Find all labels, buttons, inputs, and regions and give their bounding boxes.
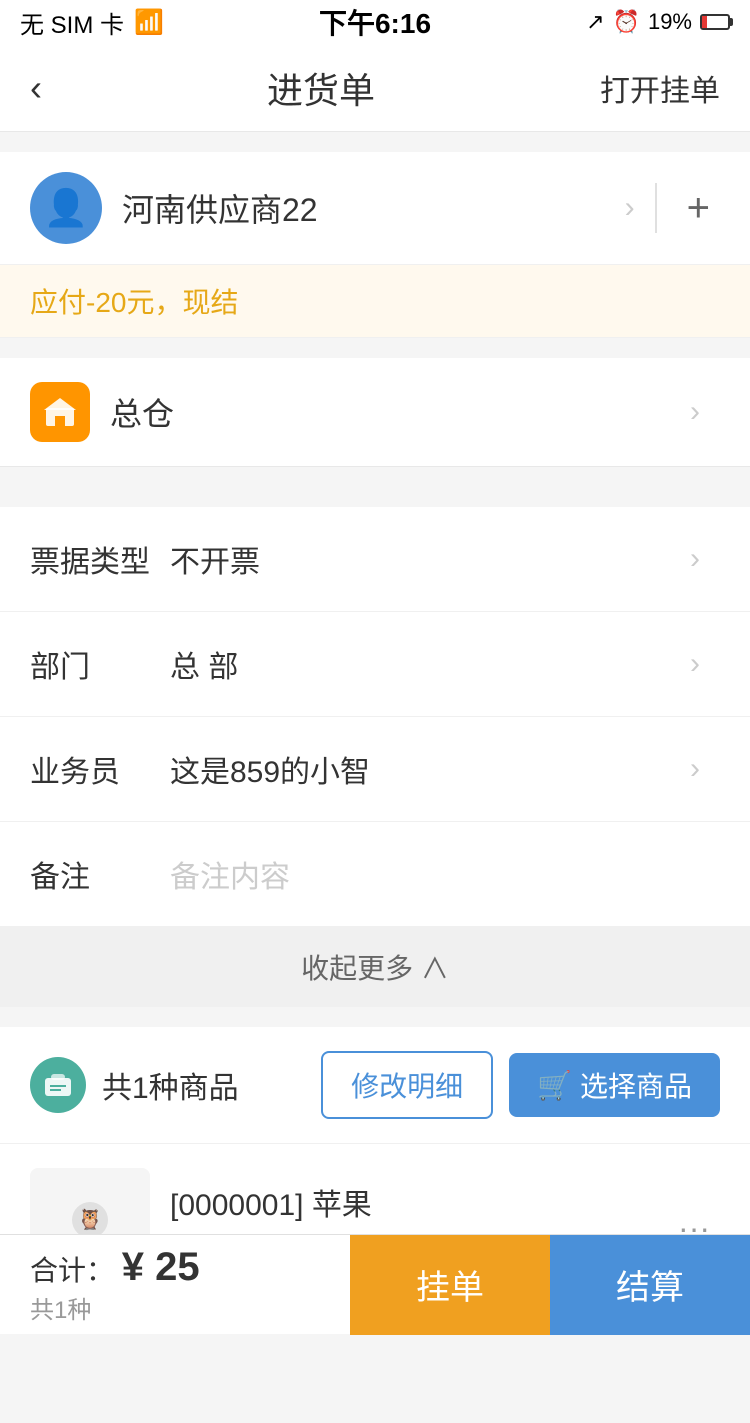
- products-header: 共1种商品 修改明细 🛒 选择商品: [0, 1027, 750, 1144]
- avatar-icon: 👤: [44, 187, 89, 229]
- hang-button[interactable]: 挂单: [350, 1235, 550, 1335]
- supplier-section: 👤 河南供应商22 › + 应付-20元，现结: [0, 152, 750, 338]
- nav-bar: ‹ 进货单 打开挂单: [0, 44, 750, 132]
- gap-1: [0, 132, 750, 152]
- edit-detail-button[interactable]: 修改明细: [321, 1051, 493, 1119]
- supplier-divider: [655, 183, 657, 233]
- total-count: 共1种: [30, 1290, 320, 1325]
- gap-2: [0, 338, 750, 358]
- warehouse-row[interactable]: 总仓 ›: [0, 358, 750, 467]
- invoice-type-label: 票据类型: [30, 537, 170, 581]
- remark-label: 备注: [30, 852, 170, 896]
- salesperson-row[interactable]: 业务员 这是859的小智 ›: [0, 717, 750, 822]
- gap-3: [0, 467, 750, 487]
- total-row: 合计： ¥ 25: [30, 1245, 320, 1290]
- product-name: [0000001] 苹果: [170, 1180, 668, 1224]
- product-code: [0000001]: [170, 1189, 303, 1222]
- invoice-type-value: 不开票: [170, 537, 690, 581]
- total-label: 合计：: [30, 1255, 114, 1286]
- total-section: 合计： ¥ 25 共1种: [0, 1245, 350, 1325]
- collapse-row[interactable]: 收起更多 ∧: [0, 927, 750, 1007]
- page-title: 进货单: [267, 62, 375, 114]
- salesperson-value: 这是859的小智: [170, 747, 690, 791]
- supplier-row[interactable]: 👤 河南供应商22 › +: [0, 152, 750, 265]
- warehouse-icon: [30, 382, 90, 442]
- battery-label: 19%: [648, 9, 692, 35]
- add-supplier-button[interactable]: +: [677, 176, 720, 241]
- warehouse-chevron-icon: ›: [690, 395, 700, 429]
- bottom-bar: 合计： ¥ 25 共1种 挂单 结算: [0, 1234, 750, 1334]
- supplier-name: 河南供应商22: [122, 185, 625, 231]
- product-count-text: 共1种商品: [102, 1063, 321, 1107]
- department-row[interactable]: 部门 总 部 ›: [0, 612, 750, 717]
- product-count-icon: [30, 1057, 86, 1113]
- alarm-icon: ⏰: [613, 9, 640, 35]
- remark-input[interactable]: 备注内容: [170, 852, 720, 896]
- invoice-type-chevron-icon: ›: [690, 542, 700, 576]
- status-time: 下午6:16: [319, 2, 431, 42]
- salesperson-label: 业务员: [30, 747, 170, 791]
- department-chevron-icon: ›: [690, 647, 700, 681]
- salesperson-chevron-icon: ›: [690, 752, 700, 786]
- form-section: 票据类型 不开票 › 部门 总 部 › 业务员 这是859的小智 › 备注 备注…: [0, 507, 750, 927]
- status-left: 无 SIM 卡 📶: [20, 5, 164, 40]
- invoice-type-row[interactable]: 票据类型 不开票 ›: [0, 507, 750, 612]
- select-product-label: 选择商品: [580, 1065, 692, 1105]
- back-button[interactable]: ‹: [30, 67, 42, 109]
- svg-text:🦉: 🦉: [78, 1208, 103, 1231]
- department-value: 总 部: [170, 642, 690, 686]
- battery-icon: [700, 14, 730, 30]
- checkout-button[interactable]: 结算: [550, 1235, 750, 1335]
- department-label: 部门: [30, 642, 170, 686]
- product-title: 苹果: [312, 1189, 372, 1222]
- location-icon: ↗: [586, 9, 604, 35]
- open-hang-button[interactable]: 打开挂单: [600, 66, 720, 110]
- select-product-icon: 🛒: [537, 1069, 572, 1102]
- warehouse-name: 总仓: [110, 389, 690, 435]
- remark-row[interactable]: 备注 备注内容: [0, 822, 750, 927]
- alert-text: 应付-20元，现结: [30, 287, 238, 318]
- alert-banner: 应付-20元，现结: [0, 265, 750, 338]
- collapse-label: 收起更多 ∧: [301, 947, 449, 987]
- warehouse-section: 总仓 ›: [0, 358, 750, 467]
- supplier-chevron-icon: ›: [625, 191, 635, 225]
- total-amount: ¥ 25: [122, 1245, 200, 1289]
- wifi-icon: 📶: [134, 8, 164, 37]
- carrier-label: 无 SIM 卡: [20, 5, 124, 40]
- supplier-avatar: 👤: [30, 172, 102, 244]
- status-right: ↗ ⏰ 19%: [586, 9, 730, 35]
- select-product-button[interactable]: 🛒 选择商品: [509, 1053, 720, 1117]
- status-bar: 无 SIM 卡 📶 下午6:16 ↗ ⏰ 19%: [0, 0, 750, 44]
